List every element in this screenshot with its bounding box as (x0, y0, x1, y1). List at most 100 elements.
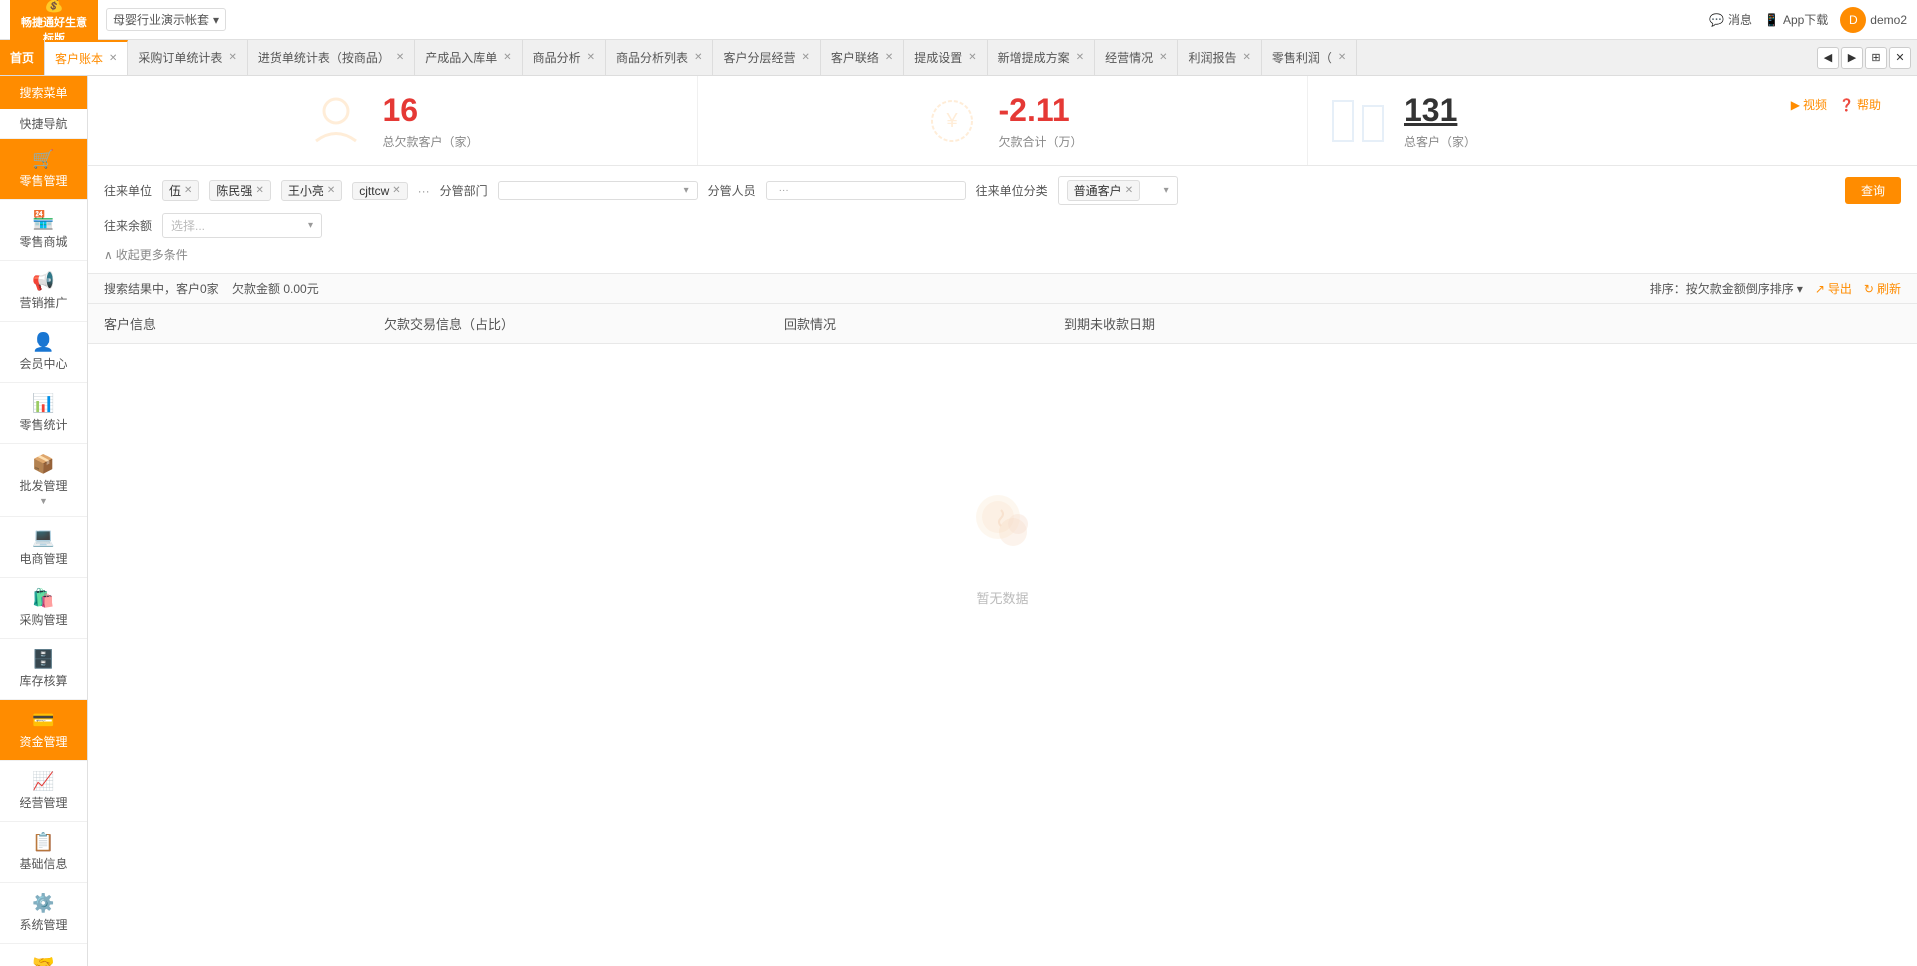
table-header: 客户信息 欠款交易信息（占比） 回款情况 到期未收款日期 (88, 304, 1917, 344)
member-icon: 👤 (32, 332, 54, 353)
tab-prev-btn[interactable]: ◀ (1817, 47, 1839, 69)
sidebar-item-member[interactable]: 👤 会员中心 (0, 322, 87, 383)
sidebar-item-business[interactable]: 📈 经营管理 (0, 761, 87, 822)
tab-expand-btn[interactable]: ⊞ (1865, 47, 1887, 69)
tab-product-analysis-list[interactable]: 商品分析列表 ✕ (606, 40, 713, 75)
close-icon[interactable]: ✕ (396, 52, 404, 63)
tab-purchase-order[interactable]: 采购订单统计表 ✕ (128, 40, 247, 75)
filter-tag-cjttcw[interactable]: cjttcw ✕ (352, 182, 407, 200)
help-btn[interactable]: ❓ 帮助 (1839, 96, 1881, 113)
remove-tag-chen[interactable]: ✕ (255, 185, 263, 196)
stat-label-amount: 欠款合计（万） (998, 133, 1082, 150)
filter-tag-chen[interactable]: 陈民强 ✕ (209, 180, 270, 201)
tab-product-inbound[interactable]: 产成品入库单 ✕ (415, 40, 522, 75)
close-icon[interactable]: ✕ (1243, 52, 1251, 63)
balance-label: 往来余额 (104, 217, 152, 234)
sort-select[interactable]: 排序：按欠款金额倒序排序 ▾ (1650, 280, 1803, 297)
remove-normal-customer[interactable]: ✕ (1125, 185, 1133, 196)
remove-tag-cjttcw[interactable]: ✕ (392, 185, 400, 196)
mall-icon: 🏪 (32, 210, 54, 231)
sidebar-item-inventory[interactable]: 🗄️ 库存核算 (0, 639, 87, 700)
tab-customer-account[interactable]: 客户账本 ✕ (45, 40, 128, 75)
stat-text-total: 131 总客户（家） (1404, 92, 1476, 150)
tab-customer-contact[interactable]: 客户联络 ✕ (821, 40, 904, 75)
app-download-btn[interactable]: 📱 App下载 (1764, 11, 1828, 28)
tab-retail-profit[interactable]: 零售利润（ ✕ (1262, 40, 1357, 75)
search-button[interactable]: 查询 (1845, 177, 1901, 204)
tab-purchase-stats[interactable]: 进货单统计表（按商品） ✕ (248, 40, 415, 75)
stat-block-amount: ¥ -2.11 欠款合计（万） (698, 76, 1308, 165)
tab-home[interactable]: 首页 (0, 40, 45, 75)
sidebar-item-retail[interactable]: 🛒 零售管理 (0, 139, 87, 200)
empty-area: 暂无数据 (88, 344, 1917, 744)
sidebar-item-wholesale[interactable]: 📦 批发管理 ▼ (0, 444, 87, 517)
person-extra-icon: ··· (779, 185, 789, 196)
sidebar-item-retail-stats[interactable]: 📊 零售统计 (0, 383, 87, 444)
tab-profit-report[interactable]: 利润报告 ✕ (1178, 40, 1261, 75)
sidebar-item-finance[interactable]: 💳 资金管理 (0, 700, 87, 761)
sidebar-item-marketing[interactable]: 📢 营销推广 (0, 261, 87, 322)
balance-select[interactable]: 选择... ▾ (162, 213, 322, 238)
wholesale-icon: 📦 (32, 454, 54, 475)
close-icon[interactable]: ✕ (109, 53, 117, 64)
close-icon[interactable]: ✕ (968, 52, 976, 63)
sidebar-search[interactable]: 搜索菜单 (0, 76, 87, 109)
tab-next-btn[interactable]: ▶ (1841, 47, 1863, 69)
remove-tag-unit[interactable]: ✕ (184, 185, 192, 196)
sidebar-quick-nav[interactable]: 快捷导航 (0, 109, 87, 139)
close-icon[interactable]: ✕ (1076, 52, 1084, 63)
sidebar-item-ecommerce[interactable]: 💻 电商管理 (0, 517, 87, 578)
filter-more-btn[interactable]: ··· (418, 184, 430, 198)
business-icon: 📈 (32, 771, 54, 792)
system-icon: ⚙️ (32, 893, 54, 914)
filter-tag-wang[interactable]: 王小亮 ✕ (281, 180, 342, 201)
total-bg-icon (1328, 91, 1388, 151)
tab-nav-arrows: ◀ ▶ ⊞ ✕ (1811, 40, 1917, 75)
tab-business[interactable]: 经营情况 ✕ (1095, 40, 1178, 75)
tab-product-analysis[interactable]: 商品分析 ✕ (523, 40, 606, 75)
tab-new-promotion[interactable]: 新增提成方案 ✕ (988, 40, 1095, 75)
stat-block-total: 131 总客户（家） ▶ 视频 ❓ 帮助 (1308, 76, 1917, 165)
close-icon[interactable]: ✕ (1338, 52, 1346, 63)
close-icon[interactable]: ✕ (1159, 52, 1167, 63)
table-area: 客户信息 欠款交易信息（占比） 回款情况 到期未收款日期 暂无数据 (88, 304, 1917, 966)
filter-tag-normal-customer[interactable]: 普通客户 ✕ (1067, 180, 1140, 201)
close-icon[interactable]: ✕ (503, 52, 511, 63)
retail-icon: 🛒 (32, 149, 54, 170)
result-summary: 搜索结果中，客户0家 欠款金额 0.00元 (104, 280, 319, 297)
account-selector[interactable]: 母婴行业演示帐套 ▾ (106, 8, 226, 31)
filter-row-1: 往来单位 伍 ✕ 陈民强 ✕ 王小亮 ✕ cjttcw ✕ ··· (104, 176, 1901, 205)
message-btn[interactable]: 💬 消息 (1709, 11, 1752, 28)
col-due-date: 到期未收款日期 (1064, 314, 1901, 333)
filter-tag-unit-all[interactable]: 伍 ✕ (162, 180, 199, 201)
col-customer-info: 客户信息 (104, 314, 384, 333)
close-icon[interactable]: ✕ (587, 52, 595, 63)
empty-text: 暂无数据 (976, 588, 1028, 607)
refresh-btn[interactable]: ↻ 刷新 (1864, 280, 1901, 297)
result-actions: 排序：按欠款金额倒序排序 ▾ ↗ 导出 ↻ 刷新 (1650, 280, 1901, 297)
close-icon[interactable]: ✕ (885, 52, 893, 63)
stat-label-customers: 总欠款客户（家） (382, 133, 478, 150)
sidebar-item-system[interactable]: ⚙️ 系统管理 (0, 883, 87, 944)
export-btn[interactable]: ↗ 导出 (1815, 280, 1852, 297)
tab-customer-layer[interactable]: 客户分层经营 ✕ (713, 40, 820, 75)
tab-close-btn[interactable]: ✕ (1889, 47, 1911, 69)
user-menu[interactable]: D demo2 (1840, 7, 1907, 33)
sidebar-item-basic-info[interactable]: 📋 基础信息 (0, 822, 87, 883)
sidebar-item-retail-mall[interactable]: 🏪 零售商城 (0, 200, 87, 261)
unit-class-select[interactable]: 普通客户 ✕ ▾ (1058, 176, 1178, 205)
dept-select[interactable]: ▾ (498, 181, 698, 200)
close-icon[interactable]: ✕ (228, 52, 236, 63)
video-btn[interactable]: ▶ 视频 (1791, 96, 1827, 113)
remove-tag-wang[interactable]: ✕ (327, 185, 335, 196)
empty-icon (963, 482, 1043, 576)
collapse-button[interactable]: ∧ 收起更多条件 (104, 246, 1901, 263)
sidebar-item-enterprise[interactable]: 🤝 企业协同 (0, 944, 87, 966)
person-select[interactable]: ··· (766, 181, 966, 200)
stat-block-customers: 16 总欠款客户（家） (88, 76, 698, 165)
filter-row-2: 往来余额 选择... ▾ (104, 213, 1901, 238)
sidebar-item-purchase[interactable]: 🛍️ 采购管理 (0, 578, 87, 639)
tab-promotion-settings[interactable]: 提成设置 ✕ (904, 40, 987, 75)
close-icon[interactable]: ✕ (694, 52, 702, 63)
close-icon[interactable]: ✕ (801, 52, 809, 63)
